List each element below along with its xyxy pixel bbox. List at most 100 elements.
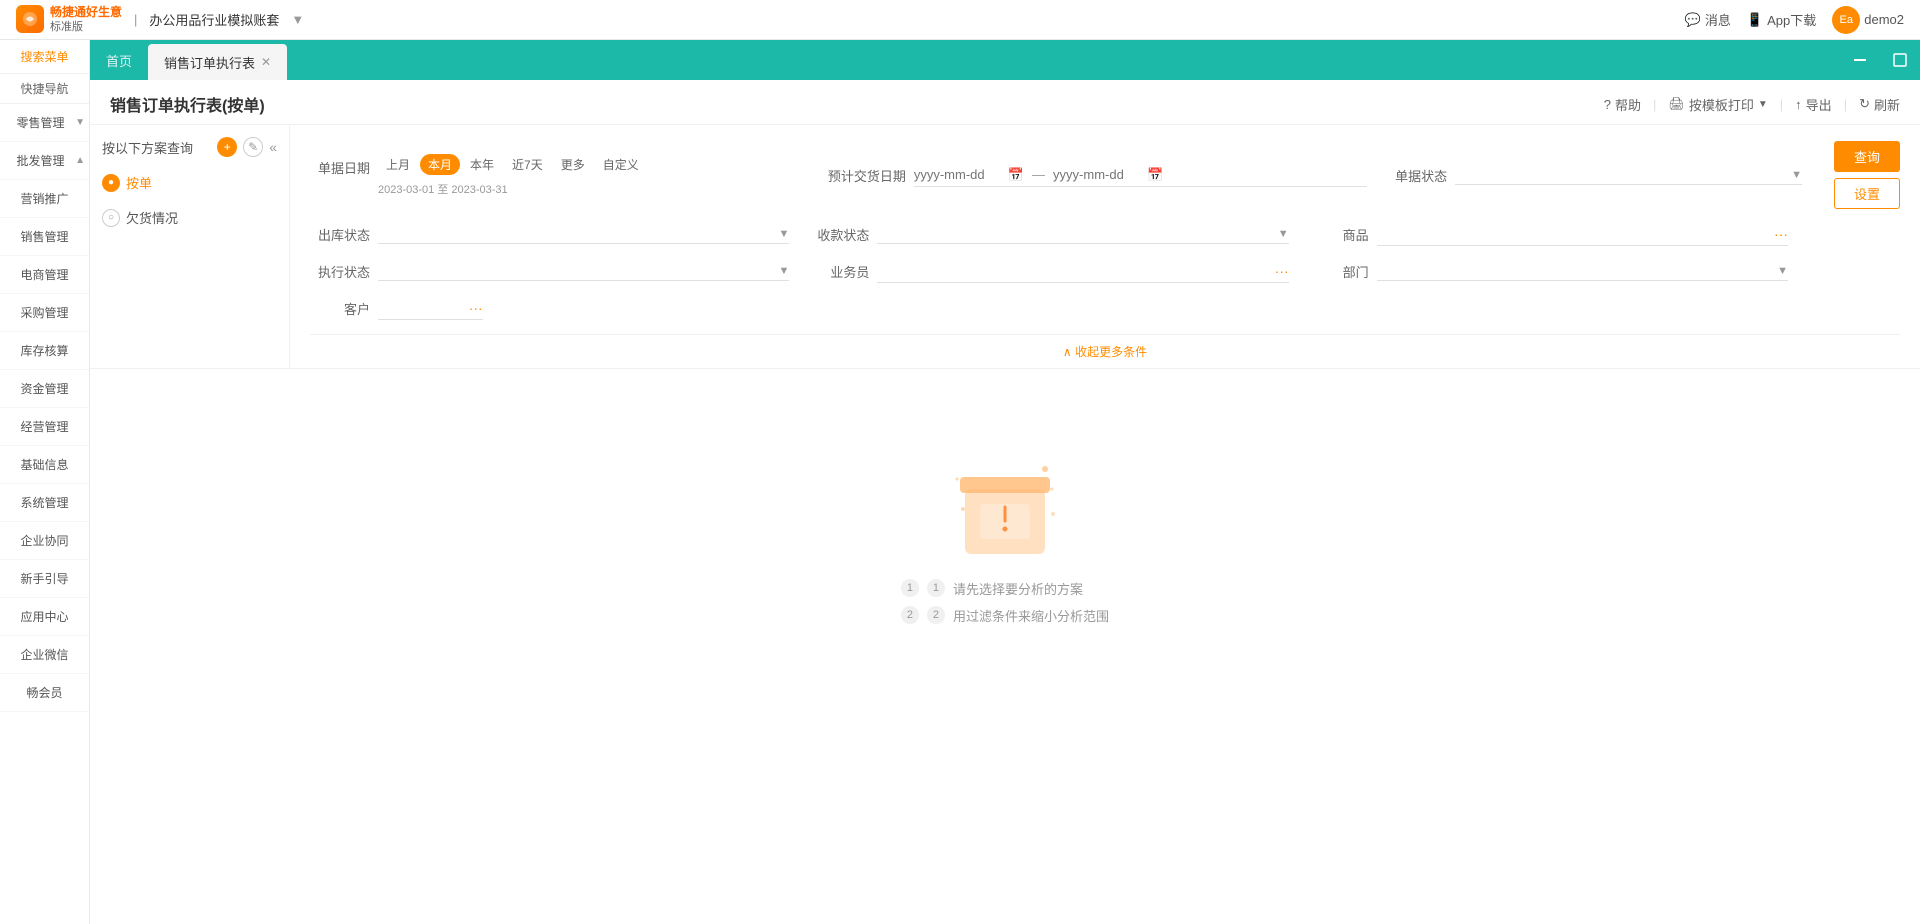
sidebar-item-system[interactable]: 系统管理 bbox=[0, 484, 89, 522]
help-button[interactable]: ? 帮助 bbox=[1604, 95, 1641, 114]
help-label: 帮助 bbox=[1615, 95, 1641, 114]
logo-line1: 畅捷通好生意 bbox=[50, 5, 122, 21]
sidebar-item-ecommerce[interactable]: 电商管理 bbox=[0, 256, 89, 294]
delivery-status-select[interactable]: ▼ bbox=[378, 225, 789, 244]
date-start-calendar-icon[interactable]: 📅 bbox=[1008, 167, 1024, 183]
goods-more-icon[interactable]: ··· bbox=[1774, 226, 1788, 242]
sidebar-item-appstore[interactable]: 应用中心 bbox=[0, 598, 89, 636]
customer-more-icon[interactable]: ··· bbox=[469, 300, 483, 316]
collapse-filter-button[interactable]: ∧ 收起更多条件 bbox=[310, 334, 1900, 368]
date-label: 单据日期 bbox=[310, 158, 370, 177]
sidebar-item-marketing[interactable]: 营销推广 bbox=[0, 180, 89, 218]
sidebar-item-wechat[interactable]: 企业微信 bbox=[0, 636, 89, 674]
edit-scheme-button[interactable]: ✎ bbox=[243, 137, 263, 157]
status-label: 单据状态 bbox=[1387, 166, 1447, 185]
user-menu[interactable]: Ea demo2 bbox=[1832, 6, 1904, 34]
print-button[interactable]: 🖨 按模板打印 ▼ bbox=[1668, 95, 1767, 114]
breadcrumb-arrow-icon[interactable]: ▼ bbox=[291, 12, 304, 27]
expected-date-start-input[interactable] bbox=[914, 167, 1004, 182]
expected-date-label: 预计交货日期 bbox=[828, 166, 906, 185]
filter-row-2: 出库状态 ▼ 收款状态 ▼ bbox=[310, 223, 1900, 246]
sidebar-item-purchase[interactable]: 采购管理 bbox=[0, 294, 89, 332]
top-bar: 畅捷通好生意 标准版 | 办公用品行业模拟账套 ▼ 💬 消息 📱 App下载 E… bbox=[0, 0, 1920, 40]
delivery-status-label: 出库状态 bbox=[310, 225, 370, 244]
phone-icon: 📱 bbox=[1747, 12, 1763, 28]
breadcrumb-separator: | bbox=[134, 12, 137, 27]
divider2: | bbox=[1780, 97, 1783, 112]
query-button[interactable]: 查询 bbox=[1834, 141, 1900, 172]
settings-button[interactable]: 设置 bbox=[1834, 178, 1900, 209]
sidebar-item-retail[interactable]: 零售管理 ▼ bbox=[0, 104, 89, 142]
goods-input[interactable]: ··· bbox=[1377, 223, 1788, 246]
sidebar-item-operations[interactable]: 经营管理 bbox=[0, 408, 89, 446]
action-buttons: 查询 设置 bbox=[1834, 141, 1900, 209]
sidebar-item-finance-label: 资金管理 bbox=[6, 380, 83, 397]
sidebar-item-finance[interactable]: 资金管理 bbox=[0, 370, 89, 408]
sidebar-quick-nav[interactable]: 快捷导航 bbox=[0, 74, 89, 104]
sidebar-item-operations-label: 经营管理 bbox=[6, 418, 83, 435]
salesman-input[interactable]: ··· bbox=[877, 260, 1288, 283]
breadcrumb-title: 办公用品行业模拟账套 bbox=[149, 10, 279, 29]
payment-status-select[interactable]: ▼ bbox=[877, 225, 1288, 244]
expected-date-end-input[interactable] bbox=[1053, 167, 1143, 182]
date-tab-custom[interactable]: 自定义 bbox=[595, 154, 647, 175]
tab-sales-exec[interactable]: 销售订单执行表 ✕ bbox=[148, 44, 287, 80]
salesman-more-icon[interactable]: ··· bbox=[1275, 263, 1289, 279]
date-tab-current-year[interactable]: 本年 bbox=[462, 154, 502, 175]
salesman-label: 业务员 bbox=[809, 262, 869, 281]
date-tab-last-month[interactable]: 上月 bbox=[378, 154, 418, 175]
date-tab-more[interactable]: 更多 bbox=[553, 154, 593, 175]
dept-dropdown-icon: ▼ bbox=[1777, 265, 1788, 277]
tab-bar: 首页 销售订单执行表 ✕ bbox=[90, 40, 1920, 80]
divider3: | bbox=[1844, 97, 1847, 112]
page-content: 销售订单执行表(按单) ? 帮助 | 🖨 按模板打印 ▼ | bbox=[90, 80, 1920, 924]
print-arrow-icon: ▼ bbox=[1758, 99, 1768, 110]
tab-maximize-button[interactable] bbox=[1880, 40, 1920, 80]
page-inner: 销售订单执行表(按单) ? 帮助 | 🖨 按模板打印 ▼ | bbox=[90, 80, 1920, 924]
collapse-panel-button[interactable]: « bbox=[269, 139, 277, 155]
date-filter-group: 单据日期 上月 本月 本年 近7天 更多 自定义 bbox=[310, 154, 808, 197]
scheme-icon-按单: ● bbox=[102, 174, 120, 192]
page-title: 销售订单执行表(按单) bbox=[110, 92, 265, 116]
payment-status-group: 收款状态 ▼ bbox=[809, 225, 1288, 244]
tab-close-icon[interactable]: ✕ bbox=[261, 55, 271, 69]
help-icon: ? bbox=[1604, 97, 1611, 112]
filter-row-1: 单据日期 上月 本月 本年 近7天 更多 自定义 bbox=[310, 141, 1900, 209]
date-tab-current-month[interactable]: 本月 bbox=[420, 154, 460, 175]
retail-arrow-icon: ▼ bbox=[75, 117, 85, 128]
exec-status-label: 执行状态 bbox=[310, 262, 370, 281]
expected-date-group: 预计交货日期 📅 — 📅 bbox=[828, 164, 1367, 187]
sidebar-item-sales[interactable]: 销售管理 bbox=[0, 218, 89, 256]
sidebar-item-basic[interactable]: 基础信息 bbox=[0, 446, 89, 484]
sidebar-item-inventory[interactable]: 库存核算 bbox=[0, 332, 89, 370]
sidebar-item-wholesale[interactable]: 批发管理 ▲ bbox=[0, 142, 89, 180]
sidebar-search[interactable]: 搜索菜单 bbox=[0, 40, 89, 74]
sidebar-item-enterprise[interactable]: 企业协同 bbox=[0, 522, 89, 560]
date-tab-last7[interactable]: 近7天 bbox=[504, 154, 551, 175]
payment-status-label: 收款状态 bbox=[809, 225, 869, 244]
app-download-button[interactable]: 📱 App下载 bbox=[1747, 10, 1816, 29]
tab-home[interactable]: 首页 bbox=[90, 40, 148, 80]
message-button[interactable]: 💬 消息 bbox=[1685, 10, 1731, 29]
sidebar-item-newbie[interactable]: 新手引导 bbox=[0, 560, 89, 598]
customer-input[interactable]: ··· bbox=[378, 297, 483, 320]
scheme-item-欠货情况[interactable]: ○ 欠货情况 bbox=[90, 200, 289, 235]
refresh-button[interactable]: ↻ 刷新 bbox=[1859, 95, 1900, 114]
sidebar-item-vip[interactable]: 畅会员 bbox=[0, 674, 89, 712]
payment-dropdown-icon: ▼ bbox=[1278, 228, 1289, 240]
left-panel-title: 按以下方案查询 bbox=[102, 138, 193, 157]
export-button[interactable]: ↑ 导出 bbox=[1795, 95, 1832, 114]
dept-select[interactable]: ▼ bbox=[1377, 262, 1788, 281]
date-range-text: 2023-03-01 至 2023-03-31 bbox=[378, 181, 808, 197]
add-scheme-button[interactable]: + bbox=[217, 137, 237, 157]
date-tabs: 上月 本月 本年 近7天 更多 自定义 bbox=[378, 154, 808, 175]
tab-minimize-button[interactable] bbox=[1840, 40, 1880, 80]
exec-status-select[interactable]: ▼ bbox=[378, 262, 789, 281]
date-end-calendar-icon[interactable]: 📅 bbox=[1147, 167, 1163, 183]
sidebar-item-enterprise-label: 企业协同 bbox=[6, 532, 83, 549]
left-panel: 按以下方案查询 + ✎ « ● 按单 ○ bbox=[90, 125, 290, 368]
scheme-item-按单[interactable]: ● 按单 bbox=[90, 165, 289, 200]
status-select[interactable]: ▼ bbox=[1455, 166, 1802, 185]
filter-panel: 单据日期 上月 本月 本年 近7天 更多 自定义 bbox=[290, 125, 1920, 368]
customer-group: 客户 ··· bbox=[310, 297, 483, 320]
